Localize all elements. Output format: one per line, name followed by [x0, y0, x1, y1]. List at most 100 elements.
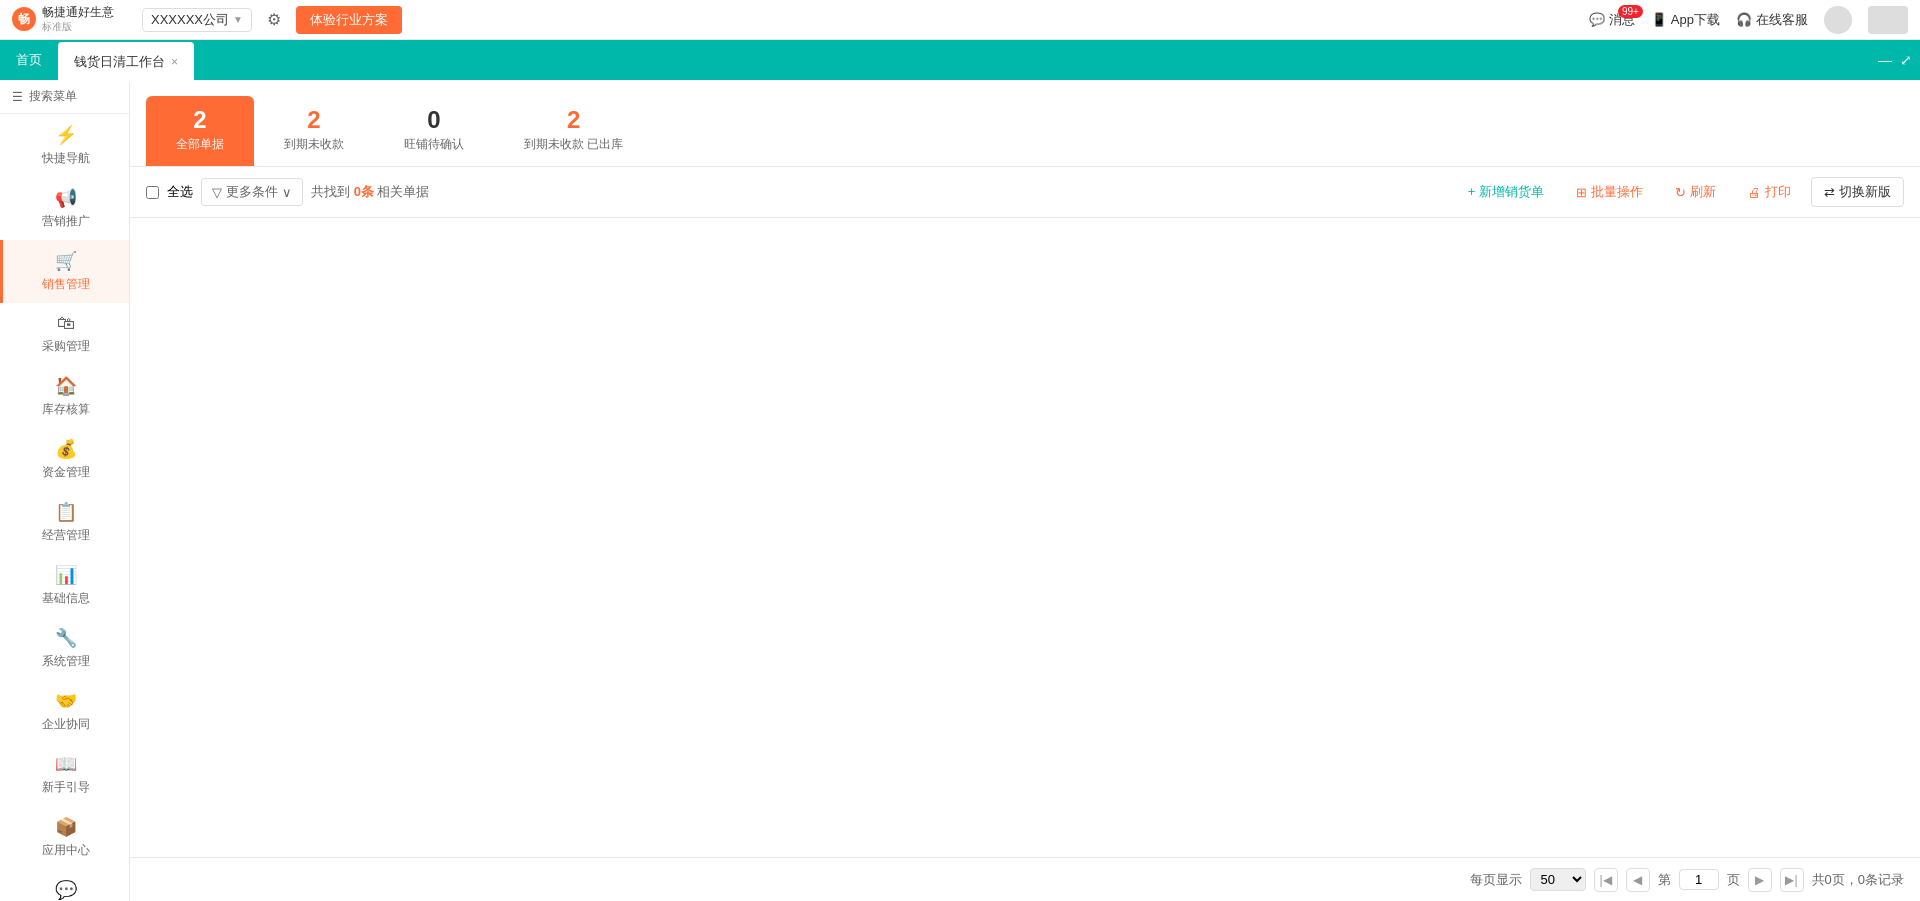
sidebar-item-inventory[interactable]: 🏠 库存核算	[0, 365, 129, 428]
sidebar-item-finance[interactable]: 💰 资金管理	[0, 428, 129, 491]
settings-icon[interactable]: ⚙	[260, 6, 288, 34]
marketing-icon: 📢	[55, 187, 77, 209]
tab-bar: 首页 钱货日清工作台 × — ⤢	[0, 40, 1920, 80]
header-right: 💬 消息 99+ 📱 App下载 🎧 在线客服	[1589, 6, 1908, 34]
next-page-button[interactable]: ▶	[1748, 868, 1772, 892]
trial-button[interactable]: 体验行业方案	[296, 6, 402, 34]
current-page-input[interactable]	[1679, 869, 1719, 890]
online-service[interactable]: 🎧 在线客服	[1736, 11, 1808, 29]
logo-text: 畅捷通好生意 标准版	[42, 5, 114, 33]
sidebar-item-system[interactable]: 🔧 系统管理	[0, 617, 129, 680]
system-label: 系统管理	[42, 653, 90, 670]
sidebar-item-marketing[interactable]: 📢 营销推广	[0, 177, 129, 240]
tab-active[interactable]: 钱货日清工作台 ×	[58, 42, 194, 82]
status-count-overdue: 2	[307, 106, 320, 134]
switch-version-button[interactable]: ⇄ 切换新版	[1811, 177, 1904, 207]
sidebar-item-operation[interactable]: 📋 经营管理	[0, 491, 129, 554]
add-order-button[interactable]: + 新增销货单	[1456, 178, 1556, 206]
status-label-overdue: 到期未收款	[284, 136, 344, 153]
sales-label: 销售管理	[42, 276, 90, 293]
tab-close-icon[interactable]: ×	[171, 55, 178, 69]
sidebar-item-sales[interactable]: 🛒 销售管理	[0, 240, 129, 303]
message-badge: 99+	[1618, 5, 1643, 18]
finance-icon: 💰	[55, 438, 77, 460]
sidebar-item-wechat[interactable]: 💬 企业微信	[0, 869, 129, 901]
status-card-delivered[interactable]: 2 到期未收款 已出库	[494, 96, 653, 166]
status-label-delivered: 到期未收款 已出库	[524, 136, 623, 153]
inventory-label: 库存核算	[42, 401, 90, 418]
filter-label: 更多条件	[226, 183, 278, 201]
cooperation-icon: 🤝	[55, 690, 77, 712]
page-suffix: 页	[1727, 871, 1740, 889]
status-card-all[interactable]: 2 全部单据	[146, 96, 254, 166]
refresh-icon: ↻	[1675, 185, 1686, 200]
toolbar-right: + 新增销货单 ⊞ 批量操作 ↻ 刷新 🖨 打印 ⇄ 切换新版	[1456, 177, 1904, 207]
search-menu-icon: ☰	[12, 90, 23, 104]
sidebar: ☰ 搜索菜单 ⚡ 快捷导航 📢 营销推广 🛒 销售管理 🛍 采购管理 🏠 库存核…	[0, 80, 130, 901]
search-menu-label: 搜索菜单	[29, 88, 77, 105]
company-selector[interactable]: XXXXXX公司 ▼	[142, 8, 252, 32]
company-dropdown-arrow: ▼	[233, 14, 243, 25]
prev-page-button[interactable]: ◀	[1626, 868, 1650, 892]
filter-button[interactable]: ▽ 更多条件 ∨	[201, 178, 303, 206]
per-page-select[interactable]: 50 10 20 100	[1530, 868, 1586, 891]
app-download[interactable]: 📱 App下载	[1651, 11, 1720, 29]
tab-home[interactable]: 首页	[0, 40, 58, 80]
refresh-button[interactable]: ↻ 刷新	[1663, 178, 1728, 206]
last-page-button[interactable]: ▶|	[1780, 868, 1804, 892]
operation-icon: 📋	[55, 501, 77, 523]
first-page-button[interactable]: |◀	[1594, 868, 1618, 892]
content-area: 2 全部单据 2 到期未收款 0 旺铺待确认 2 到期未收款 已出库 全选	[130, 80, 1920, 901]
refresh-label: 刷新	[1690, 183, 1716, 201]
select-all-label: 全选	[167, 183, 193, 201]
sidebar-item-guide[interactable]: 📖 新手引导	[0, 743, 129, 806]
sidebar-item-basic-info[interactable]: 📊 基础信息	[0, 554, 129, 617]
switch-label: 切换新版	[1839, 183, 1891, 201]
quick-nav-label: 快捷导航	[42, 150, 90, 167]
print-button[interactable]: 🖨 打印	[1736, 178, 1803, 206]
cooperation-label: 企业协同	[42, 716, 90, 733]
service-icon: 🎧	[1736, 12, 1752, 27]
pagination: 每页显示 50 10 20 100 |◀ ◀ 第 页 ▶ ▶| 共0页，0条记录	[130, 857, 1920, 901]
sidebar-item-app-center[interactable]: 📦 应用中心	[0, 806, 129, 869]
sales-icon: 🛒	[55, 250, 77, 272]
tab-minimize-icon[interactable]: —	[1878, 52, 1892, 68]
found-count: 0条	[354, 184, 374, 199]
message-area[interactable]: 💬 消息 99+	[1589, 11, 1635, 29]
sidebar-item-cooperation[interactable]: 🤝 企业协同	[0, 680, 129, 743]
user-name[interactable]	[1868, 6, 1908, 34]
tab-expand-icon[interactable]: ⤢	[1900, 52, 1912, 68]
status-card-overdue[interactable]: 2 到期未收款	[254, 96, 374, 166]
status-label-pending: 旺铺待确认	[404, 136, 464, 153]
company-name: XXXXXX公司	[151, 11, 229, 29]
finance-label: 资金管理	[42, 464, 90, 481]
batch-operation-button[interactable]: ⊞ 批量操作	[1564, 178, 1655, 206]
sidebar-item-quick-nav[interactable]: ⚡ 快捷导航	[0, 114, 129, 177]
print-label: 打印	[1765, 183, 1791, 201]
tab-bar-right: — ⤢	[1878, 52, 1920, 68]
table-area	[130, 218, 1920, 857]
basic-info-label: 基础信息	[42, 590, 90, 607]
print-icon: 🖨	[1748, 185, 1761, 200]
filter-icon: ▽	[212, 185, 222, 200]
service-label: 在线客服	[1756, 11, 1808, 29]
avatar[interactable]	[1824, 6, 1852, 34]
app-center-label: 应用中心	[42, 842, 90, 859]
quick-nav-icon: ⚡	[55, 124, 77, 146]
tab-active-label: 钱货日清工作台	[74, 53, 165, 71]
sidebar-item-purchase[interactable]: 🛍 采购管理	[0, 303, 129, 365]
system-icon: 🔧	[55, 627, 77, 649]
search-menu[interactable]: ☰ 搜索菜单	[0, 80, 129, 114]
purchase-icon: 🛍	[57, 313, 75, 334]
logo-area: 畅 畅捷通好生意 标准版	[12, 5, 142, 33]
marketing-label: 营销推广	[42, 213, 90, 230]
batch-label: 批量操作	[1591, 183, 1643, 201]
guide-icon: 📖	[55, 753, 77, 775]
status-card-pending[interactable]: 0 旺铺待确认	[374, 96, 494, 166]
status-count-all: 2	[193, 106, 206, 134]
select-all-checkbox[interactable]	[146, 186, 159, 199]
total-records: 共0页，0条记录	[1812, 871, 1904, 889]
status-count-delivered: 2	[567, 106, 580, 134]
logo-icon: 畅	[12, 7, 36, 31]
batch-icon: ⊞	[1576, 185, 1587, 200]
